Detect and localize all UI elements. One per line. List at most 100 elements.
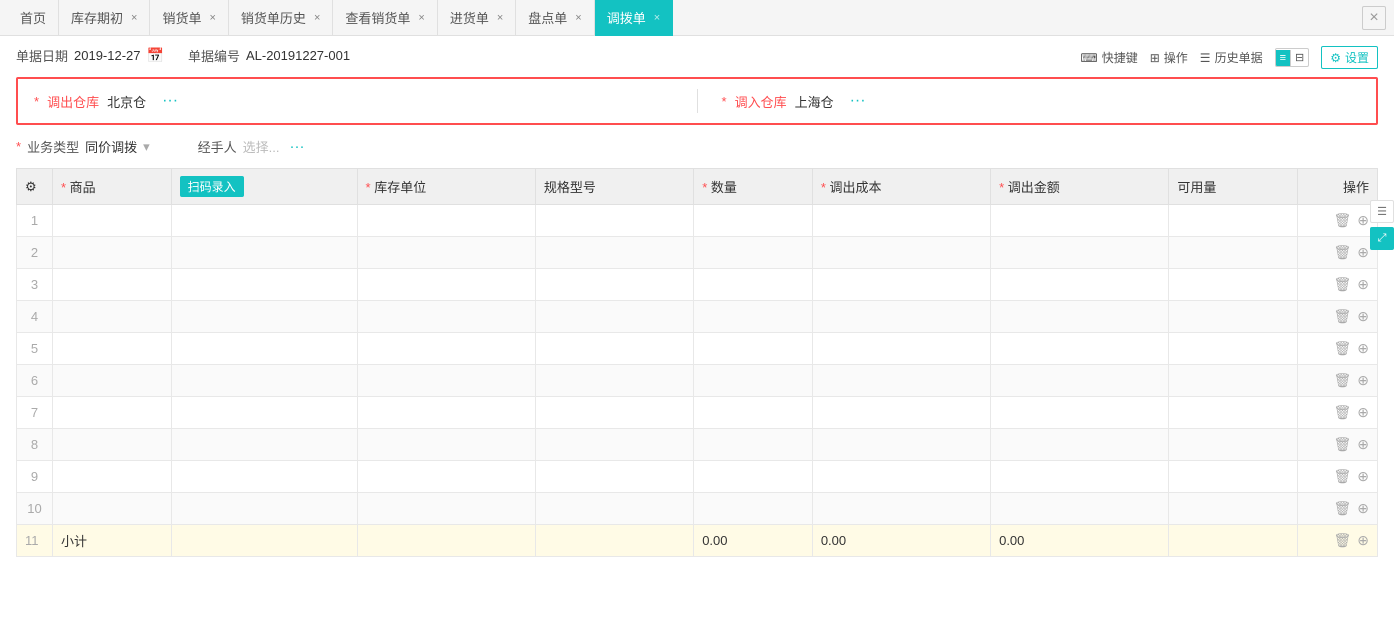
cell-op-3: 🗑 ⊕ bbox=[1298, 269, 1378, 301]
shortcuts-button[interactable]: ⌨ 快捷键 bbox=[1080, 49, 1137, 66]
row-num-8: 8 bbox=[17, 429, 53, 461]
tab-inventory-init[interactable]: 库存期初 × bbox=[59, 0, 150, 36]
cell-qty-8[interactable] bbox=[694, 429, 813, 461]
copy-icon-2[interactable]: ⊕ bbox=[1357, 244, 1369, 261]
delete-icon-4[interactable]: 🗑 bbox=[1333, 308, 1351, 325]
copy-icon-3[interactable]: ⊕ bbox=[1357, 276, 1369, 293]
tab-purchase-order-close[interactable]: × bbox=[497, 12, 503, 24]
copy-icon-9[interactable]: ⊕ bbox=[1357, 468, 1369, 485]
cell-product-5[interactable] bbox=[53, 333, 172, 365]
row-num-11: 11 bbox=[17, 525, 53, 557]
warehouse-in-field: * 调入仓库 上海仓 ··· bbox=[722, 92, 1361, 111]
cell-qty-2[interactable] bbox=[694, 237, 813, 269]
delete-icon-6[interactable]: 🗑 bbox=[1333, 372, 1351, 389]
delete-icon-9[interactable]: 🗑 bbox=[1333, 468, 1351, 485]
row-num-1: 1 bbox=[17, 205, 53, 237]
right-list-button[interactable]: ☰ bbox=[1370, 200, 1394, 223]
copy-icon-4[interactable]: ⊕ bbox=[1357, 308, 1369, 325]
business-type-dropdown[interactable]: ▾ bbox=[143, 139, 150, 155]
cell-cost-1[interactable] bbox=[812, 205, 990, 237]
cell-product-10[interactable] bbox=[53, 493, 172, 525]
cell-qty-9[interactable] bbox=[694, 461, 813, 493]
cell-amount-10 bbox=[991, 493, 1169, 525]
tab-view-sales-close[interactable]: × bbox=[418, 12, 424, 24]
delete-icon-2[interactable]: 🗑 bbox=[1333, 244, 1351, 261]
cell-product-3[interactable] bbox=[53, 269, 172, 301]
copy-icon-1[interactable]: ⊕ bbox=[1357, 212, 1369, 229]
cell-cost-6[interactable] bbox=[812, 365, 990, 397]
cell-qty-5[interactable] bbox=[694, 333, 813, 365]
copy-icon-6[interactable]: ⊕ bbox=[1357, 372, 1369, 389]
cell-unit-1 bbox=[357, 205, 535, 237]
delete-icon-5[interactable]: 🗑 bbox=[1333, 340, 1351, 357]
handler-placeholder[interactable]: 选择... bbox=[243, 137, 280, 156]
operations-button[interactable]: ⊞ 操作 bbox=[1150, 49, 1188, 66]
cell-product-8[interactable] bbox=[53, 429, 172, 461]
tab-view-sales[interactable]: 查看销货单 × bbox=[333, 0, 437, 36]
cell-qty-7[interactable] bbox=[694, 397, 813, 429]
cell-product-1[interactable] bbox=[53, 205, 172, 237]
copy-icon-7[interactable]: ⊕ bbox=[1357, 404, 1369, 421]
tab-transfer-order[interactable]: 调拨单 × bbox=[595, 0, 673, 36]
cell-unit-7 bbox=[357, 397, 535, 429]
layout-btn-1[interactable]: ≡ bbox=[1276, 50, 1291, 66]
cell-qty-10[interactable] bbox=[694, 493, 813, 525]
cell-cost-5[interactable] bbox=[812, 333, 990, 365]
cell-cost-9[interactable] bbox=[812, 461, 990, 493]
tab-inventory-count-close[interactable]: × bbox=[575, 12, 581, 24]
cell-cost-3[interactable] bbox=[812, 269, 990, 301]
cell-op-7: 🗑 ⊕ bbox=[1298, 397, 1378, 429]
delete-icon-7[interactable]: 🗑 bbox=[1333, 404, 1351, 421]
history-button[interactable]: ☰ 历史单据 bbox=[1200, 49, 1263, 66]
handler-dots[interactable]: ··· bbox=[289, 138, 304, 155]
subtotal-qty: 0.00 bbox=[694, 525, 813, 557]
cell-product-6[interactable] bbox=[53, 365, 172, 397]
cell-product-9[interactable] bbox=[53, 461, 172, 493]
row-num-6: 6 bbox=[17, 365, 53, 397]
warehouse-out-req: * bbox=[34, 94, 39, 109]
cell-cost-4[interactable] bbox=[812, 301, 990, 333]
cell-qty-3[interactable] bbox=[694, 269, 813, 301]
cell-available-6 bbox=[1169, 365, 1298, 397]
copy-icon-8[interactable]: ⊕ bbox=[1357, 436, 1369, 453]
scan-button[interactable]: 扫码录入 bbox=[180, 176, 244, 197]
cell-cost-8[interactable] bbox=[812, 429, 990, 461]
calendar-icon[interactable]: 📅 bbox=[147, 47, 164, 64]
cell-qty-1[interactable] bbox=[694, 205, 813, 237]
tab-sales-order[interactable]: 销货单 × bbox=[150, 0, 228, 36]
tab-sales-order-close[interactable]: × bbox=[209, 12, 215, 24]
tab-inventory-init-close[interactable]: × bbox=[131, 12, 137, 24]
copy-icon-11[interactable]: ⊕ bbox=[1357, 532, 1369, 549]
copy-icon-5[interactable]: ⊕ bbox=[1357, 340, 1369, 357]
cell-qty-6[interactable] bbox=[694, 365, 813, 397]
right-expand-button[interactable]: ⤢ bbox=[1370, 227, 1394, 250]
delete-icon-1[interactable]: 🗑 bbox=[1333, 212, 1351, 229]
cell-product-4[interactable] bbox=[53, 301, 172, 333]
cell-qty-4[interactable] bbox=[694, 301, 813, 333]
layout-btn-2[interactable]: ⊟ bbox=[1291, 49, 1308, 66]
cell-cost-10[interactable] bbox=[812, 493, 990, 525]
copy-icon-10[interactable]: ⊕ bbox=[1357, 500, 1369, 517]
tab-home[interactable]: 首页 bbox=[8, 0, 59, 36]
tab-sales-history-close[interactable]: × bbox=[314, 12, 320, 24]
tab-sales-history[interactable]: 销货单历史 × bbox=[229, 0, 333, 36]
delete-icon-11[interactable]: 🗑 bbox=[1333, 532, 1351, 549]
col-gear[interactable]: ⚙ bbox=[17, 169, 53, 205]
warehouse-in-dots[interactable]: ··· bbox=[850, 92, 866, 110]
cell-cost-2[interactable] bbox=[812, 237, 990, 269]
cell-product-7[interactable] bbox=[53, 397, 172, 429]
tab-purchase-order[interactable]: 进货单 × bbox=[438, 0, 516, 36]
cell-cost-7[interactable] bbox=[812, 397, 990, 429]
tab-inventory-count[interactable]: 盘点单 × bbox=[516, 0, 594, 36]
settings-button[interactable]: ⚙ 设置 bbox=[1321, 46, 1378, 69]
delete-icon-10[interactable]: 🗑 bbox=[1333, 500, 1351, 517]
warehouse-out-dots[interactable]: ··· bbox=[162, 92, 178, 110]
cell-available-5 bbox=[1169, 333, 1298, 365]
delete-icon-8[interactable]: 🗑 bbox=[1333, 436, 1351, 453]
cell-amount-2 bbox=[991, 237, 1169, 269]
window-close-button[interactable]: × bbox=[1362, 6, 1386, 30]
cell-product-2[interactable] bbox=[53, 237, 172, 269]
handler-field: 经手人 选择... ··· bbox=[198, 137, 305, 156]
delete-icon-3[interactable]: 🗑 bbox=[1333, 276, 1351, 293]
tab-transfer-order-close[interactable]: × bbox=[654, 12, 660, 24]
